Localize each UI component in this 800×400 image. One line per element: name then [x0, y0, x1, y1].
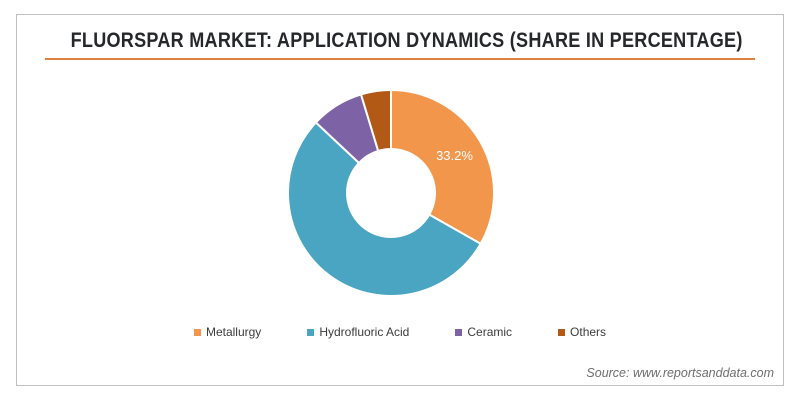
legend-swatch-icon [307, 328, 315, 336]
page: FLUORSPAR MARKET: APPLICATION DYNAMICS (… [0, 0, 800, 400]
legend-label: Others [570, 325, 607, 339]
legend-label: Metallurgy [205, 325, 262, 339]
legend-swatch-icon [193, 328, 201, 336]
chart-title: FLUORSPAR MARKET: APPLICATION DYNAMICS (… [70, 29, 743, 52]
pie-slice-metallurgy [390, 89, 495, 245]
slice-data-label: 33.2% [436, 148, 473, 163]
source-attribution: Source: www.reportsanddata.com [586, 366, 774, 380]
legend-item-metallurgy: Metallurgy [193, 325, 262, 339]
chart-card: FLUORSPAR MARKET: APPLICATION DYNAMICS (… [16, 14, 784, 386]
legend-item-ceramic: Ceramic [455, 325, 512, 339]
legend-swatch-icon [455, 328, 463, 336]
legend-item-hydrofluoric-acid: Hydrofluoric Acid [307, 325, 409, 339]
donut-chart-svg: 33.2% [287, 89, 495, 297]
legend-label: Ceramic [467, 325, 513, 339]
title-underline [45, 58, 755, 60]
donut-chart: 33.2% [271, 73, 511, 313]
chart-legend: Metallurgy Hydrofluoric Acid Ceramic Others [17, 325, 783, 339]
legend-label: Hydrofluoric Acid [319, 325, 410, 339]
legend-swatch-icon [558, 328, 566, 336]
legend-item-others: Others [558, 325, 606, 339]
